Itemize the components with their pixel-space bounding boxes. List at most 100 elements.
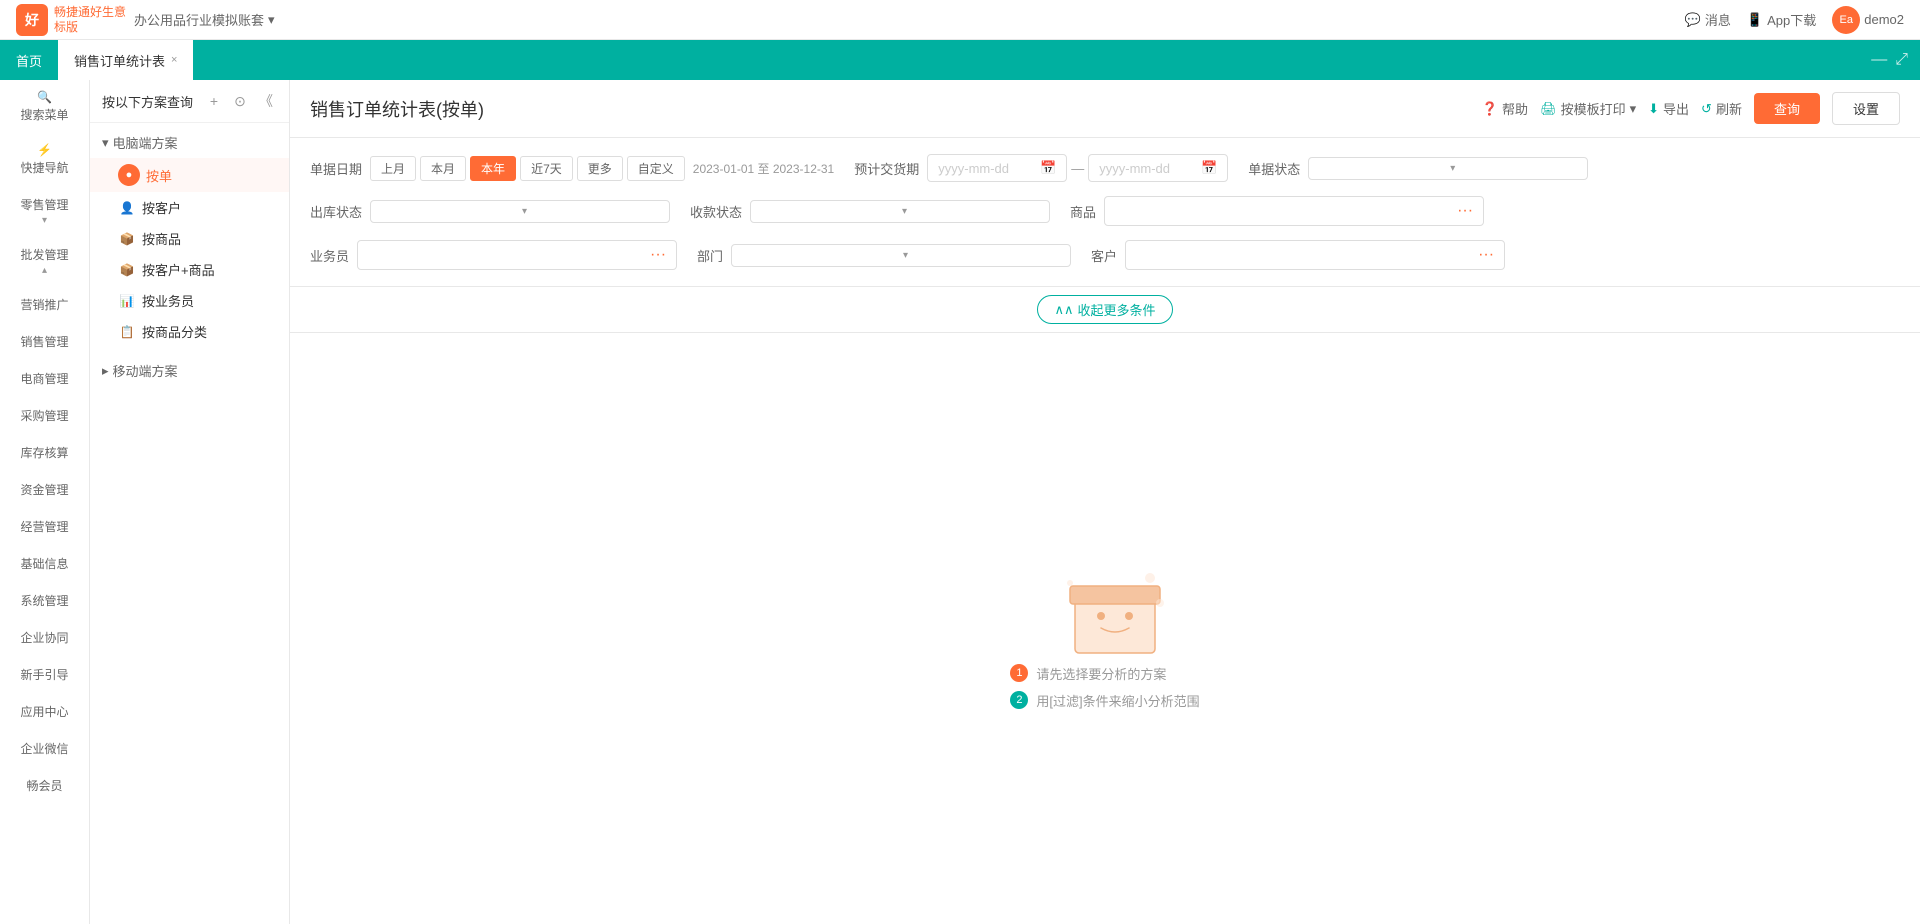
top-bar-right: 💬 消息 📱 App下载 Ea demo2	[1685, 6, 1904, 34]
sidebar-item-enterprise-wechat[interactable]: 企业微信	[0, 730, 89, 767]
filter-area: 单据日期 上月 本月 本年 近7天 更多 自定义 2023-01-01 至 20…	[290, 138, 1920, 287]
tab-close-icon[interactable]: ×	[171, 54, 177, 66]
user-area[interactable]: Ea demo2	[1832, 6, 1904, 34]
refresh-action[interactable]: ↺ 刷新	[1701, 99, 1742, 118]
sidebar-item-wholesale[interactable]: 批发管理 ▴	[0, 236, 89, 286]
expected-date-start[interactable]: yyyy-mm-dd 📅	[927, 154, 1067, 182]
app-download-action[interactable]: 📱 App下载	[1747, 10, 1816, 29]
template-print-action[interactable]: 🖨 按模板打印 ▾	[1540, 99, 1636, 118]
print-icon: 🖨	[1540, 101, 1557, 117]
sidebar-item-app-center[interactable]: 应用中心	[0, 693, 89, 730]
scheme-item-by-customer-product[interactable]: 📦 按客户+商品	[90, 254, 289, 285]
chevron-down-icon: ▾	[42, 215, 47, 226]
tab-sales-order-stats[interactable]: 销售订单统计表 ×	[58, 40, 193, 80]
left-panel: 按以下方案查询 + ⊙ 《 ▾ 电脑端方案 ● 按单 👤 按客户	[90, 80, 290, 924]
filter-row-date: 单据日期 上月 本月 本年 近7天 更多 自定义 2023-01-01 至 20…	[310, 154, 1900, 182]
settings-button[interactable]: 设置	[1832, 92, 1900, 125]
date-buttons: 上月 本月 本年 近7天 更多 自定义	[370, 156, 685, 181]
help-action[interactable]: ❓ 帮助	[1482, 99, 1528, 118]
sidebar-item-marketing[interactable]: 营销推广	[0, 286, 89, 323]
salesperson-more-icon[interactable]: ···	[650, 246, 666, 264]
scheme-group-mobile-header[interactable]: ▸ 移动端方案	[90, 355, 289, 386]
query-button[interactable]: 查询	[1754, 93, 1820, 124]
salesperson-search-input[interactable]	[368, 248, 646, 263]
calendar-icon: 📅	[1201, 160, 1217, 176]
date-btn-this-year[interactable]: 本年	[470, 156, 516, 181]
tab-minimize-icon[interactable]: —	[1871, 51, 1887, 69]
filter-item-expected-date: 预计交货期 yyyy-mm-dd 📅 — yyyy-mm-dd 📅	[854, 154, 1228, 182]
app-download-label: App下载	[1767, 10, 1816, 29]
category-icon: 📋	[118, 323, 136, 341]
date-btn-last-month[interactable]: 上月	[370, 156, 416, 181]
expected-date-range: yyyy-mm-dd 📅 — yyyy-mm-dd 📅	[927, 154, 1228, 182]
export-action[interactable]: ⬇ 导出	[1648, 99, 1689, 118]
chevron-down-icon: ▾	[1630, 101, 1637, 117]
add-scheme-button[interactable]: +	[203, 90, 225, 112]
customer-more-icon[interactable]: ···	[1478, 246, 1494, 264]
customer-input[interactable]: ···	[1125, 240, 1505, 270]
dept-select[interactable]: ▾	[731, 244, 1071, 267]
export-icon: ⬇	[1648, 101, 1659, 117]
tip-num-2: 2	[1010, 691, 1028, 709]
sidebar-item-purchase[interactable]: 采购管理	[0, 397, 89, 434]
expected-date-label: 预计交货期	[854, 159, 919, 178]
tip-2-text: 用[过滤]条件来缩小分析范围	[1036, 691, 1199, 710]
sidebar-item-inventory[interactable]: 库存核算	[0, 434, 89, 471]
sidebar: 🔍 搜索菜单 ⚡ 快捷导航 零售管理 ▾ 批发管理 ▴ 营销推广 销售管理 电商…	[0, 80, 90, 924]
date-range-text: 2023-01-01 至 2023-12-31	[693, 160, 834, 177]
scheme-item-by-product[interactable]: 📦 按商品	[90, 223, 289, 254]
main-layout: 🔍 搜索菜单 ⚡ 快捷导航 零售管理 ▾ 批发管理 ▴ 营销推广 销售管理 电商…	[0, 80, 1920, 924]
expected-date-end[interactable]: yyyy-mm-dd 📅	[1088, 154, 1228, 182]
payment-select[interactable]: ▾	[750, 200, 1050, 223]
sidebar-item-ecommerce[interactable]: 电商管理	[0, 360, 89, 397]
left-panel-header: 按以下方案查询 + ⊙ 《	[90, 80, 289, 123]
product-search-input[interactable]	[1115, 204, 1453, 219]
sidebar-item-enterprise[interactable]: 企业协同	[0, 619, 89, 656]
shipment-select[interactable]: ▾	[370, 200, 670, 223]
tip-1-text: 请先选择要分析的方案	[1036, 664, 1166, 683]
filter-item-date: 单据日期 上月 本月 本年 近7天 更多 自定义 2023-01-01 至 20…	[310, 156, 834, 181]
chevron-down-icon: ▾	[268, 12, 275, 28]
company-selector[interactable]: 办公用品行业模拟账套 ▾	[134, 10, 275, 29]
scheme-item-by-category[interactable]: 📋 按商品分类	[90, 316, 289, 347]
product-more-icon[interactable]: ···	[1457, 202, 1473, 220]
sidebar-item-operations[interactable]: 经营管理	[0, 508, 89, 545]
sidebar-item-finance[interactable]: 资金管理	[0, 471, 89, 508]
active-indicator: ●	[118, 164, 140, 186]
filter-item-dept: 部门 ▾	[697, 244, 1071, 267]
sidebar-item-system[interactable]: 系统管理	[0, 582, 89, 619]
date-btn-last-7days[interactable]: 近7天	[520, 156, 573, 181]
date-btn-more[interactable]: 更多	[577, 156, 623, 181]
scheme-group-pc-header[interactable]: ▾ 电脑端方案	[90, 127, 289, 158]
date-btn-custom[interactable]: 自定义	[627, 156, 685, 181]
settings-scheme-button[interactable]: ⊙	[229, 90, 251, 112]
sidebar-item-guide[interactable]: 新手引导	[0, 656, 89, 693]
collapse-filter-button[interactable]: ∧∧ 收起更多条件	[1037, 295, 1172, 324]
tab-home[interactable]: 首页	[0, 40, 58, 80]
quick-nav-label: 快捷导航	[20, 159, 68, 176]
sidebar-item-sales[interactable]: 销售管理	[0, 323, 89, 360]
message-action[interactable]: 💬 消息	[1685, 10, 1731, 29]
customer-search-input[interactable]	[1136, 248, 1474, 263]
chevron-up-icon: ∧∧	[1054, 302, 1073, 318]
empty-illustration	[1055, 548, 1155, 648]
sidebar-search-menu[interactable]: 🔍 搜索菜单	[0, 80, 89, 133]
avatar: Ea	[1832, 6, 1860, 34]
collapse-panel-button[interactable]: 《	[255, 90, 277, 112]
sidebar-item-basic-info[interactable]: 基础信息	[0, 545, 89, 582]
scheme-item-by-salesperson[interactable]: 📊 按业务员	[90, 285, 289, 316]
sidebar-quick-nav[interactable]: ⚡ 快捷导航	[0, 133, 89, 186]
salesperson-input[interactable]: ···	[357, 240, 677, 270]
logo-area: 好 畅捷通好生意 标版	[16, 4, 126, 36]
product-input[interactable]: ···	[1104, 196, 1484, 226]
customer-label: 客户	[1091, 246, 1117, 265]
status-select[interactable]: ▾	[1308, 157, 1588, 180]
content-area: 按以下方案查询 + ⊙ 《 ▾ 电脑端方案 ● 按单 👤 按客户	[90, 80, 1920, 924]
date-btn-this-month[interactable]: 本月	[420, 156, 466, 181]
scheme-item-by-order-label: 按单	[146, 166, 172, 185]
scheme-item-by-order[interactable]: ● 按单	[90, 158, 289, 192]
scheme-item-by-customer[interactable]: 👤 按客户	[90, 192, 289, 223]
tab-expand-icon[interactable]: ⤢	[1895, 51, 1908, 69]
sidebar-item-member[interactable]: 畅会员	[0, 767, 89, 804]
sidebar-item-retail[interactable]: 零售管理 ▾	[0, 186, 89, 236]
